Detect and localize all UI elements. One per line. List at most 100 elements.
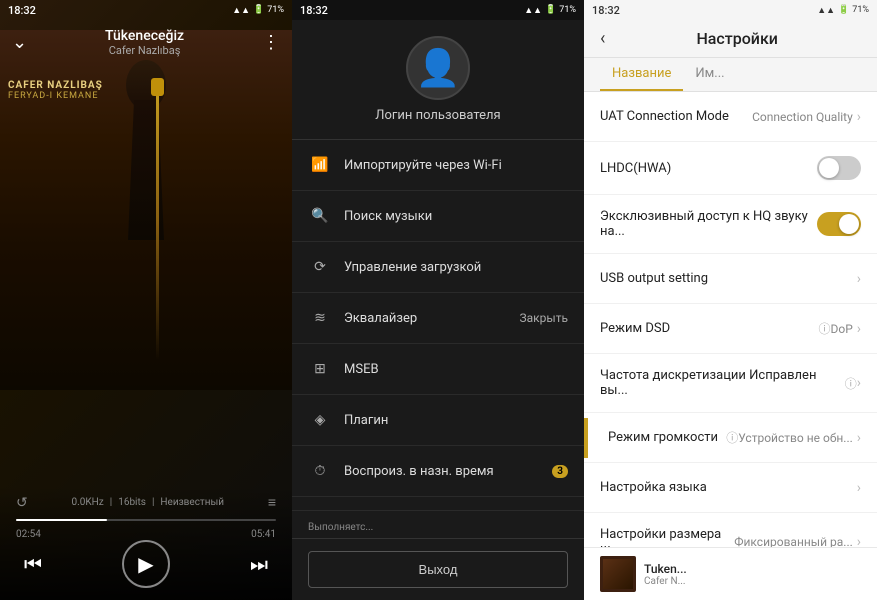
uat-connection-chevron: › xyxy=(857,109,861,125)
setting-dsd-mode[interactable]: Режим DSD ⓘ DoP › xyxy=(584,304,877,354)
wifi-icon: 📶 xyxy=(308,153,332,177)
setting-language[interactable]: Настройка языка › xyxy=(584,463,877,513)
time-total: 05:41 xyxy=(251,529,276,540)
exclusive-hq-toggle[interactable] xyxy=(817,212,861,236)
player-header: ⌄ Tükeneceğiz Cafer Nazlıbaş ⋮ xyxy=(0,20,292,65)
menu-item-settings[interactable]: ⚙ Настройки xyxy=(292,497,584,510)
instrument xyxy=(156,80,159,360)
source-spec: Неизвестный xyxy=(160,497,224,508)
progress-bar-container[interactable] xyxy=(16,519,276,521)
previous-button[interactable]: ⏮ xyxy=(24,552,42,576)
separator: | xyxy=(110,497,112,508)
album-figure xyxy=(56,60,236,390)
menu-item-label-plugin: Плагин xyxy=(344,413,568,428)
usb-output-label: USB output setting xyxy=(600,271,857,286)
yellow-accent-bar xyxy=(584,418,588,458)
status-time: 18:32 xyxy=(8,4,36,17)
font-size-value: Фиксированный ра... xyxy=(734,535,853,547)
progress-fill xyxy=(16,519,107,521)
menu-status-icons: ▲▲ 🔋 71% xyxy=(524,5,576,16)
menu-item-equalizer[interactable]: ≋ Эквалайзер Закрыть xyxy=(292,293,584,344)
setting-exclusive-hq[interactable]: Эксклюзивный доступ к HQ звуку на... xyxy=(584,195,877,254)
menu-status-bar: 18:32 ▲▲ 🔋 71% xyxy=(292,0,584,20)
lhdc-toggle-knob xyxy=(819,158,839,178)
user-avatar[interactable]: 👤 xyxy=(406,36,470,100)
repeat-icon[interactable]: ↺ xyxy=(16,495,28,511)
volume-mode-chevron: › xyxy=(857,430,861,446)
play-icon: ▶ xyxy=(138,552,153,576)
settings-signal-icon: ▲▲ xyxy=(817,5,835,16)
signal-icon: ▲▲ xyxy=(232,5,250,16)
equalizer-icon: ≋ xyxy=(308,306,332,330)
search-icon: 🔍 xyxy=(308,204,332,228)
avatar-icon: 👤 xyxy=(416,47,461,89)
dsd-mode-info-icon: ⓘ xyxy=(818,320,830,337)
menu-item-download[interactable]: ⟳ Управление загрузкой xyxy=(292,242,584,293)
battery-percent: 71% xyxy=(267,5,284,15)
dsd-mode-label: Режим DSD xyxy=(600,321,814,336)
lhdc-toggle[interactable] xyxy=(817,156,861,180)
menu-item-mseb[interactable]: ⊞ MSEB xyxy=(292,344,584,395)
next-button[interactable]: ⏭ xyxy=(250,552,268,576)
battery-icon: 🔋 xyxy=(253,5,264,15)
progress-bar[interactable] xyxy=(16,519,276,521)
menu-item-label-wifi: Импортируйте через Wi-Fi xyxy=(344,158,568,173)
settings-header: ‹ Настройки xyxy=(584,20,877,58)
language-chevron: › xyxy=(857,480,861,496)
separator2: | xyxy=(152,497,154,508)
menu-items-list: 📶 Импортируйте через Wi-Fi 🔍 Поиск музык… xyxy=(292,140,584,510)
menu-battery-percent: 71% xyxy=(559,5,576,15)
exclusive-hq-toggle-knob xyxy=(839,214,859,234)
track-artist: Cafer Nazlıbaş xyxy=(105,44,184,57)
playback-controls: ⏮ ▶ ⏭ xyxy=(16,540,276,588)
setting-sample-rate[interactable]: Частота дискретизации Исправлен вы... ⓘ … xyxy=(584,354,877,413)
settings-status-bar: 18:32 ▲▲ 🔋 71% xyxy=(584,0,877,20)
track-title: Tükeneceğiz xyxy=(105,28,184,44)
tab-image[interactable]: Им... xyxy=(683,58,736,91)
menu-item-wifi[interactable]: 📶 Импортируйте через Wi-Fi xyxy=(292,140,584,191)
uat-connection-value: Connection Quality xyxy=(752,110,853,124)
status-bar: 18:32 ▲▲ 🔋 71% xyxy=(0,0,292,20)
menu-item-search[interactable]: 🔍 Поиск музыки xyxy=(292,191,584,242)
logout-button[interactable]: Выход xyxy=(308,551,568,588)
setting-uat-connection[interactable]: UAT Connection Mode Connection Quality › xyxy=(584,92,877,142)
freq-spec: 0.0KHz xyxy=(72,497,104,508)
user-login-label[interactable]: Логин пользователя xyxy=(375,108,500,123)
tab-name[interactable]: Название xyxy=(600,58,683,91)
settings-list: UAT Connection Mode Connection Quality ›… xyxy=(584,92,877,547)
menu-logout-section: Выход xyxy=(292,538,584,600)
menu-item-history[interactable]: ⏱ Воспроиз. в назн. время 3 xyxy=(292,446,584,497)
menu-item-plugin[interactable]: ◈ Плагин xyxy=(292,395,584,446)
more-options-button[interactable]: ⋮ xyxy=(262,32,280,53)
status-icons: ▲▲ 🔋 71% xyxy=(232,5,284,16)
font-size-chevron: › xyxy=(857,534,861,547)
download-icon: ⟳ xyxy=(308,255,332,279)
sample-rate-chevron: › xyxy=(857,375,861,391)
mini-track-info: Tuken... Cafer N... xyxy=(644,562,861,587)
mini-player-bar[interactable]: Tuken... Cafer N... xyxy=(584,547,877,600)
play-pause-button[interactable]: ▶ xyxy=(122,540,170,588)
menu-item-label-search: Поиск музыки xyxy=(344,209,568,224)
setting-lhdc[interactable]: LHDC(HWA) xyxy=(584,142,877,195)
time-current: 02:54 xyxy=(16,529,41,540)
time-display: 02:54 05:41 xyxy=(16,529,276,540)
player-panel: 18:32 ▲▲ 🔋 71% ⌄ Tükeneceğiz Cafer Nazlı… xyxy=(0,0,292,600)
collapse-button[interactable]: ⌄ xyxy=(12,32,27,53)
menu-signal-icon: ▲▲ xyxy=(524,5,542,16)
audio-info: ↺ 0.0KHz | 16bits | Неизвестный ≡ xyxy=(16,494,276,511)
back-button[interactable]: ‹ xyxy=(600,28,605,49)
sample-rate-info-icon: ⓘ xyxy=(845,375,857,392)
uat-connection-label: UAT Connection Mode xyxy=(600,109,752,124)
menu-item-label-equalizer: Эквалайзер xyxy=(344,311,520,326)
usb-output-chevron: › xyxy=(857,271,861,287)
setting-volume-mode[interactable]: Режим громкости ⓘ Устройство не обн... › xyxy=(584,413,877,463)
language-label: Настройка языка xyxy=(600,480,857,495)
settings-battery-icon: 🔋 xyxy=(838,5,849,15)
audio-specs: 0.0KHz | 16bits | Неизвестный xyxy=(36,497,260,508)
queue-icon[interactable]: ≡ xyxy=(268,494,276,511)
setting-usb-output[interactable]: USB output setting › xyxy=(584,254,877,304)
mini-artist-name: Cafer N... xyxy=(644,576,861,587)
setting-font-size[interactable]: Настройки размера ш... Фиксированный ра.… xyxy=(584,513,877,547)
settings-status-icons: ▲▲ 🔋 71% xyxy=(817,5,869,16)
exclusive-hq-label: Эксклюзивный доступ к HQ звуку на... xyxy=(600,209,817,239)
